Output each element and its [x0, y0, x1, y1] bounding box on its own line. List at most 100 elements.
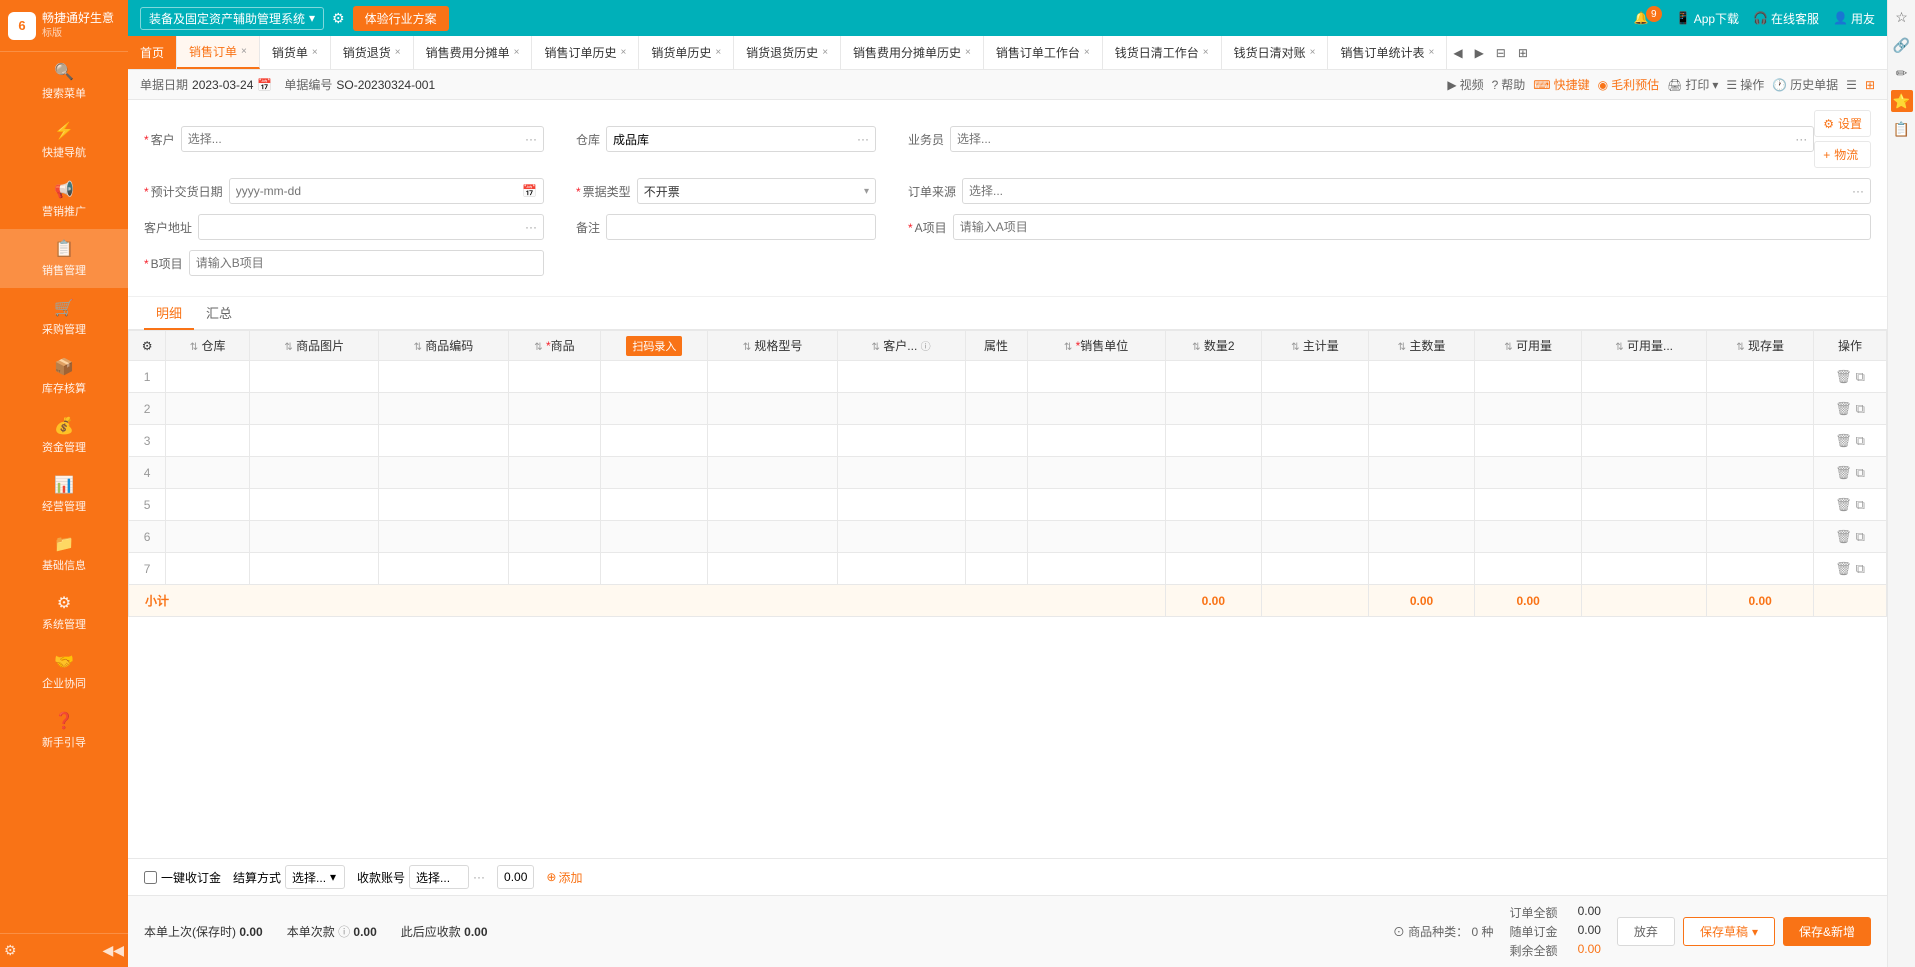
row-qty2[interactable] — [1165, 393, 1262, 425]
account-more-icon[interactable]: ··· — [473, 870, 485, 884]
row-delete-icon[interactable]: 🗑 — [1835, 433, 1852, 449]
tab-daily-clear[interactable]: 钱货日清工作台 × — [1103, 36, 1222, 69]
row-copy-icon[interactable]: ⧉ — [1856, 529, 1865, 545]
row-customer-spec[interactable] — [837, 457, 965, 489]
sidebar-item-采购管理[interactable]: 🛒 采购管理 — [0, 288, 128, 347]
tab-close-reconcile[interactable]: × — [1310, 47, 1316, 58]
sidebar-item-搜索菜单[interactable]: 🔍 搜索菜单 — [0, 52, 128, 111]
payment-method-select[interactable]: 选择... ▾ — [285, 865, 345, 889]
row-main-qty[interactable] — [1368, 457, 1475, 489]
col-settings[interactable]: ⚙ — [129, 331, 166, 361]
rp-icon-4[interactable]: ⭐ — [1891, 90, 1913, 112]
tab-home[interactable]: 首页 — [128, 36, 177, 69]
row-qty2[interactable] — [1165, 521, 1262, 553]
rp-icon-5[interactable]: 📋 — [1891, 118, 1913, 140]
tab-sales-return[interactable]: 销货退货 × — [331, 36, 414, 69]
app-download-link[interactable]: 📱 App下载 — [1676, 10, 1739, 27]
row-customer-spec[interactable] — [837, 553, 965, 585]
row-qty2[interactable] — [1165, 361, 1262, 393]
abandon-button[interactable]: 放弃 — [1617, 917, 1675, 946]
tab-expand-icon[interactable]: ⊞ — [1512, 46, 1534, 60]
tab-close-stats[interactable]: × — [1428, 47, 1434, 58]
row-spec[interactable] — [708, 553, 837, 585]
sidebar-item-经营管理[interactable]: 📊 经营管理 — [0, 465, 128, 524]
row-attribute[interactable] — [965, 521, 1027, 553]
sidebar-item-库存核算[interactable]: 📦 库存核算 — [0, 347, 128, 406]
layout-grid-icon[interactable]: ⊞ — [1865, 78, 1875, 92]
row-delete-icon[interactable]: 🗑 — [1835, 561, 1852, 577]
row-customer-spec[interactable] — [837, 393, 965, 425]
row-main-qty[interactable] — [1368, 361, 1475, 393]
row-spec[interactable] — [708, 489, 837, 521]
tab-close-return-history[interactable]: × — [822, 47, 828, 58]
customer-input-wrap[interactable]: ··· — [181, 126, 544, 152]
row-delete-icon[interactable]: 🗑 — [1835, 369, 1852, 385]
row-product[interactable] — [508, 361, 601, 393]
row-qty2[interactable] — [1165, 489, 1262, 521]
layout-list-icon[interactable]: ☰ — [1846, 78, 1857, 92]
sidebar-item-企业协同[interactable]: 🤝 企业协同 — [0, 642, 128, 701]
address-more-icon[interactable]: ··· — [525, 220, 537, 234]
account-select[interactable]: 选择... — [409, 865, 469, 889]
row-delete-icon[interactable]: 🗑 — [1835, 401, 1852, 417]
view-video-btn[interactable]: ▶ 视频 — [1447, 76, 1483, 93]
tab-return-history[interactable]: 销货退货历史 × — [734, 36, 841, 69]
row-sales-unit[interactable] — [1027, 553, 1165, 585]
warehouse-more-icon[interactable]: ··· — [857, 132, 869, 146]
rp-icon-1[interactable]: ☆ — [1891, 6, 1913, 28]
tab-close-daily-clear[interactable]: × — [1203, 47, 1209, 58]
row-attribute[interactable] — [965, 489, 1027, 521]
row-sales-unit[interactable] — [1027, 393, 1165, 425]
help-btn[interactable]: ? 帮助 — [1492, 76, 1526, 93]
row-code[interactable] — [379, 425, 508, 457]
row-attribute[interactable] — [965, 457, 1027, 489]
row-delete-icon[interactable]: 🗑 — [1835, 529, 1852, 545]
row-code[interactable] — [379, 361, 508, 393]
sidebar-settings-icon[interactable]: ⚙ — [4, 942, 17, 959]
tab-reconcile[interactable]: 钱货日清对账 × — [1222, 36, 1329, 69]
row-product[interactable] — [508, 521, 601, 553]
tab-detail[interactable]: 明细 — [144, 297, 194, 330]
customer-address-input[interactable] — [205, 220, 525, 234]
tab-close-expense-history[interactable]: × — [965, 47, 971, 58]
salesperson-input[interactable] — [957, 132, 1795, 146]
row-main-qty[interactable] — [1368, 489, 1475, 521]
sidebar-item-系统管理[interactable]: ⚙ 系统管理 — [0, 583, 128, 642]
sidebar-item-营销推广[interactable]: 📢 营销推广 — [0, 170, 128, 229]
rp-icon-3[interactable]: ✏ — [1891, 62, 1913, 84]
row-warehouse[interactable] — [166, 393, 250, 425]
tab-prev-icon[interactable]: ◀ — [1447, 46, 1468, 60]
row-warehouse[interactable] — [166, 553, 250, 585]
tab-sales-expense[interactable]: 销售费用分摊单 × — [414, 36, 533, 69]
salesperson-more-icon[interactable]: ··· — [1795, 132, 1807, 146]
tab-more-icon[interactable]: ⊟ — [1490, 46, 1512, 60]
row-copy-icon[interactable]: ⧉ — [1856, 465, 1865, 481]
row-main-qty[interactable] — [1368, 425, 1475, 457]
tab-sales-invoice[interactable]: 销货单 × — [260, 36, 331, 69]
current-due-info-icon[interactable]: ⓘ — [338, 925, 350, 939]
row-main-qty[interactable] — [1368, 553, 1475, 585]
tab-close-order-history[interactable]: × — [620, 47, 626, 58]
row-qty2[interactable] — [1165, 425, 1262, 457]
tab-sales-order[interactable]: 销售订单 × — [177, 36, 260, 69]
row-spec[interactable] — [708, 425, 837, 457]
row-main-qty[interactable] — [1368, 521, 1475, 553]
row-qty2[interactable] — [1165, 553, 1262, 585]
remark-input[interactable] — [613, 220, 869, 234]
salesperson-input-wrap[interactable]: ··· — [950, 126, 1814, 152]
rp-icon-2[interactable]: 🔗 — [1891, 34, 1913, 56]
row-copy-icon[interactable]: ⧉ — [1856, 433, 1865, 449]
solution-button[interactable]: 体验行业方案 — [353, 6, 449, 31]
invoice-type-select[interactable]: 不开票 ▾ — [637, 178, 876, 204]
sidebar-item-快捷导航[interactable]: ⚡ 快捷导航 — [0, 111, 128, 170]
row-sales-unit[interactable] — [1027, 425, 1165, 457]
sidebar-item-新手引导[interactable]: ❓ 新手引导 — [0, 701, 128, 760]
app-name-dropdown[interactable]: 装备及固定资产辅助管理系统 ▾ — [140, 7, 324, 30]
row-qty2[interactable] — [1165, 457, 1262, 489]
profit-estimate-btn[interactable]: ◉ 毛利预估 — [1598, 76, 1660, 93]
customer-more-icon[interactable]: ··· — [525, 132, 537, 146]
row-warehouse[interactable] — [166, 457, 250, 489]
warehouse-input[interactable] — [613, 132, 857, 146]
a-project-wrap[interactable] — [953, 214, 1871, 240]
settings-float-btn[interactable]: ⚙ 设置 — [1814, 110, 1871, 137]
